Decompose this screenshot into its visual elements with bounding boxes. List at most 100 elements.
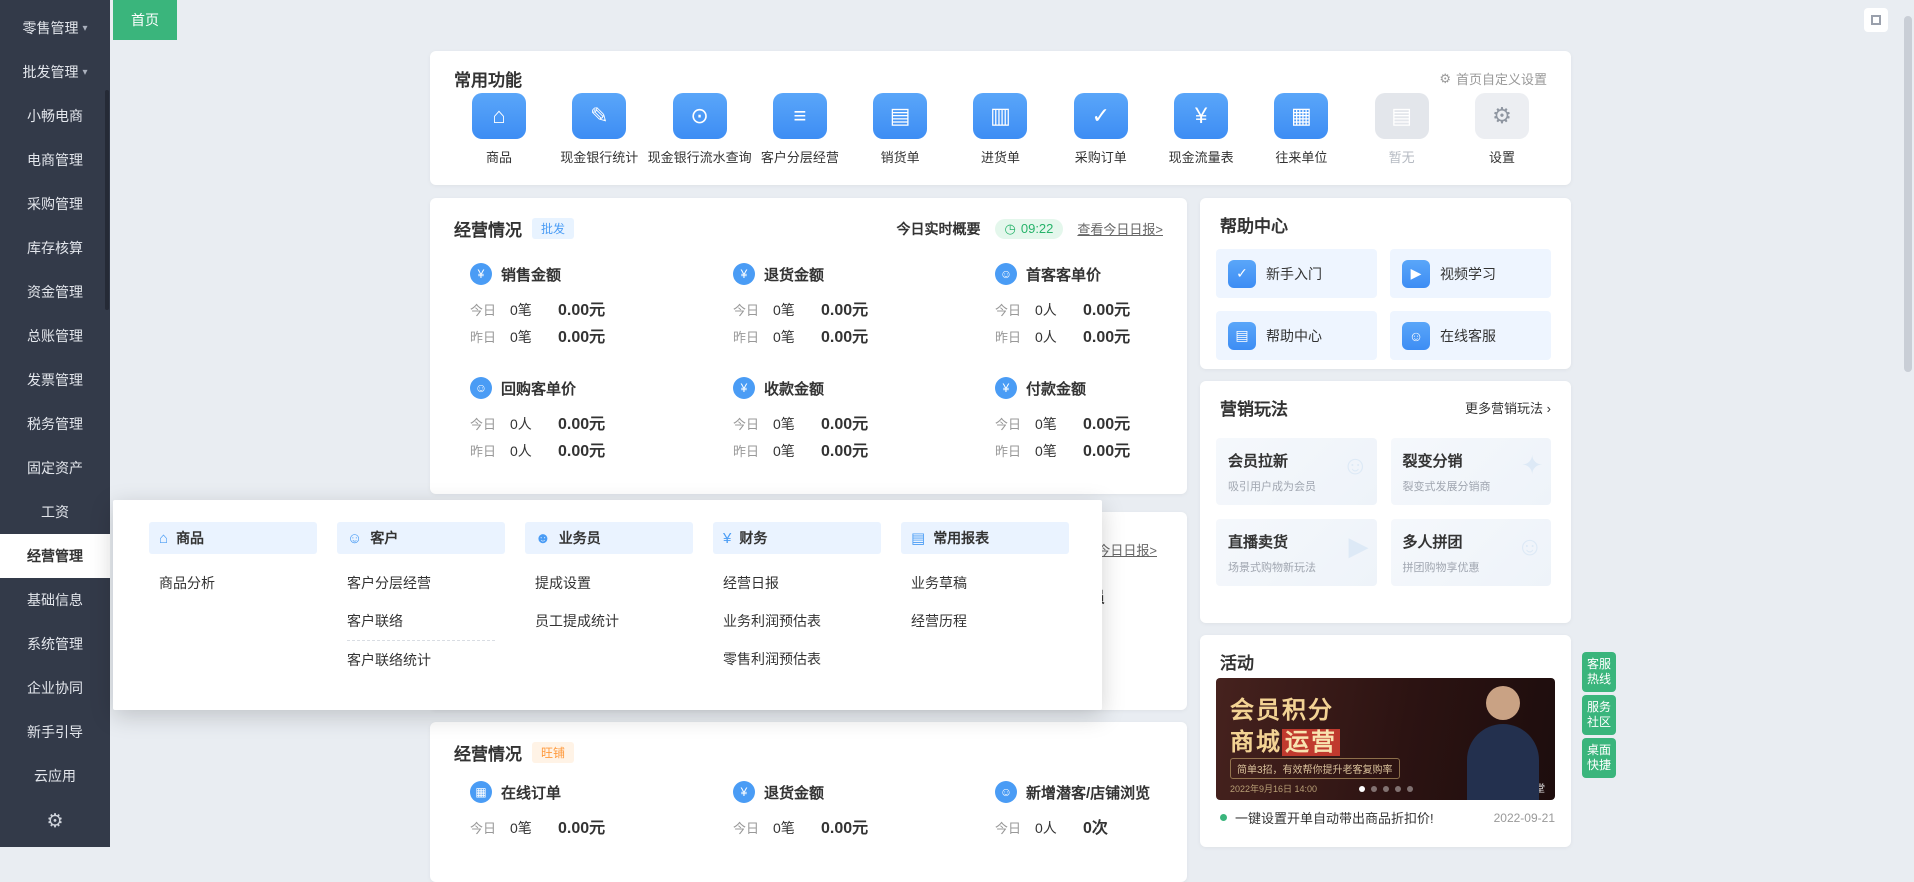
sidebar-item-label: 基础信息 bbox=[27, 592, 83, 608]
marketing-tile-group-buying[interactable]: 多人拼团 拼团购物享优惠 ☺ bbox=[1390, 519, 1551, 586]
menu-item-customer-contact[interactable]: 客户联络 bbox=[347, 602, 495, 641]
sidebar-scrollbar[interactable] bbox=[105, 90, 109, 310]
menu-item-daily-business-report[interactable]: 经营日报 bbox=[723, 564, 871, 602]
quick-item-settings[interactable]: ⚙ 设置 bbox=[1454, 93, 1550, 166]
carousel-dot[interactable] bbox=[1358, 786, 1365, 792]
quick-item-sales-order[interactable]: ▤ 销货单 bbox=[852, 93, 948, 166]
menu-item-product-analysis[interactable]: 商品分析 bbox=[159, 564, 307, 602]
sidebar-item-funds[interactable]: 资金管理 bbox=[0, 270, 110, 314]
menu-item-commission-settings[interactable]: 提成设置 bbox=[535, 564, 683, 602]
sidebar-item-fixed-assets[interactable]: 固定资产 bbox=[0, 446, 110, 490]
daily-report-link[interactable]: 查看今日日报> bbox=[1077, 219, 1163, 238]
quick-item-business-partners[interactable]: ▦ 往来单位 bbox=[1253, 93, 1349, 166]
help-center-title: 帮助中心 bbox=[1220, 217, 1288, 236]
help-btn-beginner[interactable]: ✓ 新手入门 bbox=[1216, 249, 1377, 298]
marketing-tile-desc: 场景式购物新玩法 bbox=[1228, 562, 1316, 574]
metric-amount: 0.00元 bbox=[1083, 416, 1131, 433]
metric-row-label: 今日 bbox=[733, 417, 760, 432]
flyout-col-title: 客户 bbox=[370, 530, 399, 546]
flyout-col-header: ⌂ 商品 bbox=[149, 522, 317, 554]
page-scrollbar[interactable] bbox=[1904, 16, 1912, 372]
quick-item-customer-tier[interactable]: ≡ 客户分层经营 bbox=[752, 93, 848, 166]
quick-item-product[interactable]: ⌂ 商品 bbox=[451, 93, 547, 166]
customer-tier-icon: ≡ bbox=[772, 93, 827, 139]
sidebar-item-general-ledger[interactable]: 总账管理 bbox=[0, 314, 110, 358]
live-icon: ▶ bbox=[1348, 531, 1369, 561]
tab-service-community[interactable]: 服务社区 bbox=[1582, 695, 1616, 735]
quick-item-cash-bank-stats[interactable]: ✎ 现金银行统计 bbox=[551, 93, 647, 166]
metric-row-label: 昨日 bbox=[995, 330, 1022, 345]
marketing-tile-fission-distribution[interactable]: 裂变分销 裂变式发展分销商 ✦ bbox=[1390, 438, 1551, 505]
metric-payment-amount: ¥ 付款金额 今日 0笔 0.00元 昨日 0笔 0.00元 bbox=[995, 377, 1167, 465]
settings-gear-icon[interactable]: ⚙ bbox=[0, 801, 110, 841]
menu-item-business-profit-forecast[interactable]: 业务利润预估表 bbox=[723, 602, 871, 640]
metric-row-label: 今日 bbox=[995, 821, 1022, 836]
gear-icon: ⚙ bbox=[1474, 93, 1529, 139]
sidebar-item-tax[interactable]: 税务管理 bbox=[0, 402, 110, 446]
sidebar-item-basic-info[interactable]: 基础信息 bbox=[0, 578, 110, 622]
menu-item-business-draft[interactable]: 业务草稿 bbox=[911, 564, 1059, 602]
carousel-dot[interactable] bbox=[1406, 786, 1413, 792]
metric-count: 0笔 bbox=[510, 820, 532, 836]
menu-item-employee-commission-stats[interactable]: 员工提成统计 bbox=[535, 602, 683, 640]
quick-item-procurement-order[interactable]: ✓ 采购订单 bbox=[1053, 93, 1149, 166]
business-status-wholesale-card: 经营情况 批发 今日实时概要 ◷ 09:22 查看今日日报> ¥ 销售金额 今日… bbox=[430, 198, 1187, 494]
time-badge: ◷ 09:22 bbox=[994, 218, 1064, 239]
menu-item-business-history[interactable]: 经营历程 bbox=[911, 602, 1059, 640]
carousel-dot[interactable] bbox=[1370, 786, 1377, 792]
sidebar-item-procurement[interactable]: 采购管理 bbox=[0, 182, 110, 226]
sidebar-item-wholesale[interactable]: 批发管理 ▾ bbox=[0, 50, 110, 94]
carousel-dot[interactable] bbox=[1382, 786, 1389, 792]
metric-refund-amount: ¥ 退货金额 今日 0笔 0.00元 昨日 0笔 0.00元 bbox=[733, 263, 995, 351]
flyout-col-product: ⌂ 商品 商品分析 bbox=[149, 522, 317, 710]
sidebar-item-cloud-apps[interactable]: 云应用 bbox=[0, 754, 110, 798]
tab-desktop-shortcut[interactable]: 桌面快捷 bbox=[1582, 738, 1616, 778]
metric-amount: 0.00元 bbox=[1083, 329, 1131, 346]
marketing-tile-title: 直播卖货 bbox=[1228, 534, 1289, 551]
tab-service-hotline[interactable]: 客服热线 bbox=[1582, 652, 1616, 692]
metric-amount: 0.00元 bbox=[558, 329, 606, 346]
quick-item-empty[interactable]: ▤ 暂无 bbox=[1354, 93, 1450, 166]
business-management-flyout-menu: ⌂ 商品 商品分析 ☺ 客户 客户分层经营 客户联络 客户联络统计 ☻ 业务员 … bbox=[113, 500, 1102, 710]
sidebar-item-ecommerce[interactable]: 电商管理 bbox=[0, 138, 110, 182]
yuan-icon: ¥ bbox=[733, 377, 755, 399]
help-btn-help-center[interactable]: ▤ 帮助中心 bbox=[1216, 311, 1377, 360]
more-marketing-link[interactable]: 更多营销玩法 › bbox=[1465, 398, 1551, 417]
help-btn-video-learning[interactable]: ▶ 视频学习 bbox=[1390, 249, 1551, 298]
daily-report-link-fragment[interactable]: 今日日报> bbox=[1097, 540, 1157, 559]
activity-news-item[interactable]: 一键设置开单自动带出商品折扣价! 2022-09-21 bbox=[1220, 808, 1555, 827]
metric-receipt-amount: ¥ 收款金额 今日 0笔 0.00元 昨日 0笔 0.00元 bbox=[733, 377, 995, 465]
member-icon: ☺ bbox=[1341, 450, 1369, 480]
wholesale-metrics: ¥ 销售金额 今日 0笔 0.00元 昨日 0笔 0.00元 ¥ 退货金额 今日 0笔 0.… bbox=[430, 241, 1187, 465]
quick-item-purchase-order[interactable]: ▥ 进货单 bbox=[952, 93, 1048, 166]
sidebar-item-beginner-guide[interactable]: 新手引导 bbox=[0, 710, 110, 754]
promo-banner[interactable]: 会员积分 商城 运营 简单3招，有效帮你提升老客复购率 2022年9月16日 14… bbox=[1216, 678, 1555, 800]
metric-count: 0笔 bbox=[1035, 443, 1057, 459]
flyout-col-finance: ¥ 财务 经营日报 业务利润预估表 零售利润预估表 bbox=[713, 522, 881, 710]
fullscreen-icon[interactable] bbox=[1864, 8, 1888, 32]
metric-amount: 0.00元 bbox=[558, 302, 606, 319]
marketing-tile-live-selling[interactable]: 直播卖货 场景式购物新玩法 ▶ bbox=[1216, 519, 1377, 586]
help-btn-label: 新手入门 bbox=[1266, 265, 1322, 282]
sidebar-item-inventory[interactable]: 库存核算 bbox=[0, 226, 110, 270]
marketing-tile-member-acquisition[interactable]: 会员拉新 吸引用户成为会员 ☺ bbox=[1216, 438, 1377, 505]
cash-bank-stats-icon: ✎ bbox=[572, 93, 627, 139]
sidebar-item-business-management[interactable]: 经营管理 bbox=[0, 534, 110, 578]
sidebar-item-enterprise-collab[interactable]: 企业协同 bbox=[0, 666, 110, 710]
carousel-dot[interactable] bbox=[1394, 786, 1401, 792]
menu-item-customer-contact-stats[interactable]: 客户联络统计 bbox=[347, 641, 495, 679]
home-customize-link[interactable]: ⚙ 首页自定义设置 bbox=[1439, 69, 1547, 88]
quick-item-cash-bank-flow-query[interactable]: ⊙ 现金银行流水查询 bbox=[648, 93, 752, 166]
sidebar-item-xiaochang-ecommerce[interactable]: 小畅电商 bbox=[0, 94, 110, 138]
procurement-order-icon: ✓ bbox=[1073, 93, 1128, 139]
help-btn-online-service[interactable]: ☺ 在线客服 bbox=[1390, 311, 1551, 360]
metric-row-label: 今日 bbox=[733, 821, 760, 836]
sidebar-item-payroll[interactable]: 工资 bbox=[0, 490, 110, 534]
sidebar-item-invoice[interactable]: 发票管理 bbox=[0, 358, 110, 402]
sidebar-item-system[interactable]: 系统管理 bbox=[0, 622, 110, 666]
menu-item-customer-tier[interactable]: 客户分层经营 bbox=[347, 564, 495, 602]
tab-home[interactable]: 首页 bbox=[113, 0, 177, 40]
sidebar-item-retail[interactable]: 零售管理 ▾ bbox=[0, 6, 110, 50]
quick-item-cash-flow-statement[interactable]: ¥ 现金流量表 bbox=[1153, 93, 1249, 166]
menu-item-retail-profit-forecast[interactable]: 零售利润预估表 bbox=[723, 640, 871, 678]
